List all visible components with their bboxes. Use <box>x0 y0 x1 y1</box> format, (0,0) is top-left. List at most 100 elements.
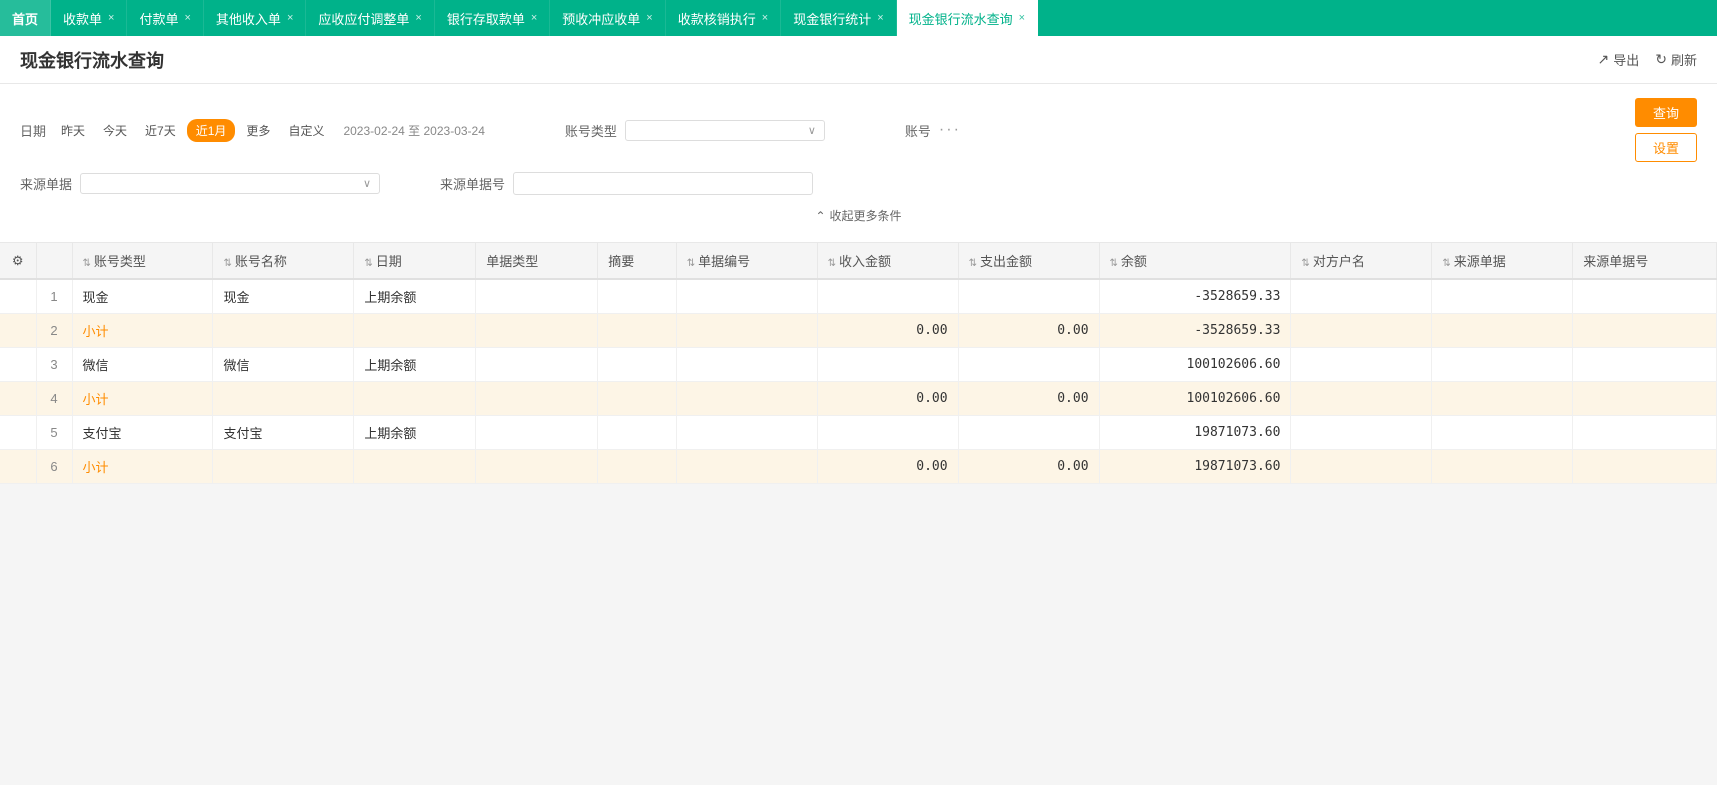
close-tab-icon[interactable]: × <box>108 12 114 24</box>
table-cell-2: 小计 <box>72 450 213 484</box>
sort-icon: ⇅ <box>1442 258 1450 269</box>
table-cell-13 <box>1573 348 1717 382</box>
refresh-icon: ↻ <box>1655 51 1667 68</box>
nav-tab-现金银行统计[interactable]: 现金银行统计× <box>781 0 896 36</box>
sort-icon: ⇅ <box>687 258 695 269</box>
nav-tab-现金银行流水查询[interactable]: 现金银行流水查询× <box>897 0 1038 36</box>
query-button[interactable]: 查询 <box>1635 98 1697 127</box>
table-cell-12 <box>1432 279 1573 314</box>
settings-button[interactable]: 设置 <box>1635 133 1697 162</box>
top-navigation: 首页 收款单×付款单×其他收入单×应收应付调整单×银行存取款单×预收冲应收单×收… <box>0 0 1717 36</box>
table-cell-12 <box>1432 382 1573 416</box>
table-cell-13 <box>1573 450 1717 484</box>
table-cell-0 <box>0 450 36 484</box>
nav-tab-收款单[interactable]: 收款单× <box>51 0 127 36</box>
table-cell-11 <box>1291 416 1432 450</box>
table-cell-4: 上期余额 <box>354 279 476 314</box>
table-cell-7 <box>676 314 817 348</box>
sort-icon: ⇅ <box>969 258 977 269</box>
table-cell-2: 小计 <box>72 382 213 416</box>
sort-icon: ⇅ <box>83 258 91 269</box>
table-cell-11 <box>1291 382 1432 416</box>
date-btn-近1月[interactable]: 近1月 <box>187 119 236 142</box>
table-cell-5 <box>476 348 598 382</box>
nav-home[interactable]: 首页 <box>0 0 51 36</box>
table-body: 1现金现金上期余额-3528659.332小计0.000.00-3528659.… <box>0 279 1717 484</box>
date-btn-近7天[interactable]: 近7天 <box>138 119 183 142</box>
table-col-num <box>36 243 72 279</box>
nav-tab-预收冲应收单[interactable]: 预收冲应收单× <box>550 0 665 36</box>
source-doc-num-input[interactable] <box>513 172 813 195</box>
collapse-icon: ⌃ <box>815 209 825 223</box>
table-cell-11 <box>1291 450 1432 484</box>
table-cell-0 <box>0 348 36 382</box>
table-header: ⚙⇅账号类型⇅账号名称⇅日期单据类型摘要⇅单据编号⇅收入金额⇅支出金额⇅余额⇅对… <box>0 243 1717 279</box>
refresh-button[interactable]: ↻ 刷新 <box>1655 50 1697 69</box>
table-col-10[interactable]: ⇅来源单据 <box>1432 243 1573 279</box>
table-col-5[interactable]: ⇅单据编号 <box>676 243 817 279</box>
close-tab-icon[interactable]: × <box>415 12 421 24</box>
table-col-0[interactable]: ⇅账号类型 <box>72 243 213 279</box>
close-tab-icon[interactable]: × <box>184 12 190 24</box>
table-col-1[interactable]: ⇅账号名称 <box>213 243 354 279</box>
table-cell-1: 2 <box>36 314 72 348</box>
account-type-filter-group: 账号类型 ∨ <box>565 120 825 141</box>
close-tab-icon[interactable]: × <box>762 12 768 24</box>
table-col-7[interactable]: ⇅支出金额 <box>958 243 1099 279</box>
table-settings-col[interactable]: ⚙ <box>0 243 36 279</box>
table-cell-8: 0.00 <box>817 450 958 484</box>
date-btn-今天[interactable]: 今天 <box>96 119 134 142</box>
table-cell-13 <box>1573 314 1717 348</box>
table-col-6[interactable]: ⇅收入金额 <box>817 243 958 279</box>
table-cell-7 <box>676 279 817 314</box>
nav-tab-付款单[interactable]: 付款单× <box>127 0 203 36</box>
table-cell-7 <box>676 348 817 382</box>
table-cell-13 <box>1573 416 1717 450</box>
table-cell-3: 支付宝 <box>213 416 354 450</box>
table-cell-3 <box>213 382 354 416</box>
gear-icon[interactable]: ⚙ <box>12 253 24 268</box>
table-row: 1现金现金上期余额-3528659.33 <box>0 279 1717 314</box>
table-cell-8 <box>817 279 958 314</box>
table-col-8[interactable]: ⇅余额 <box>1099 243 1291 279</box>
table-cell-5 <box>476 314 598 348</box>
account-type-select[interactable]: ∨ <box>625 120 825 141</box>
table-cell-10: 19871073.60 <box>1099 416 1291 450</box>
date-label: 日期 <box>20 121 46 140</box>
export-button[interactable]: ↗ 导出 <box>1598 50 1640 69</box>
table-cell-5 <box>476 450 598 484</box>
date-range-buttons: 昨天今天近7天近1月更多自定义 <box>54 119 331 142</box>
date-btn-自定义[interactable]: 自定义 <box>281 119 331 142</box>
table-cell-1: 1 <box>36 279 72 314</box>
date-btn-昨天[interactable]: 昨天 <box>54 119 92 142</box>
nav-tab-收款核销执行[interactable]: 收款核销执行× <box>666 0 781 36</box>
close-tab-icon[interactable]: × <box>531 12 537 24</box>
account-type-label: 账号类型 <box>565 121 617 140</box>
close-tab-icon[interactable]: × <box>646 12 652 24</box>
table-cell-3 <box>213 314 354 348</box>
table-col-9[interactable]: ⇅对方户名 <box>1291 243 1432 279</box>
date-btn-更多[interactable]: 更多 <box>239 119 277 142</box>
data-table-container: ⚙⇅账号类型⇅账号名称⇅日期单据类型摘要⇅单据编号⇅收入金额⇅支出金额⇅余额⇅对… <box>0 243 1717 484</box>
nav-tab-应收应付调整单[interactable]: 应收应付调整单× <box>306 0 434 36</box>
filter-area: 日期 昨天今天近7天近1月更多自定义 2023-02-24 至 2023-03-… <box>0 84 1717 243</box>
table-cell-7 <box>676 382 817 416</box>
collapse-bar[interactable]: ⌃ 收起更多条件 <box>20 203 1697 228</box>
table-cell-9 <box>958 416 1099 450</box>
nav-tab-银行存取款单[interactable]: 银行存取款单× <box>435 0 550 36</box>
close-tab-icon[interactable]: × <box>287 12 293 24</box>
table-cell-11 <box>1291 348 1432 382</box>
source-doc-select[interactable]: ∨ <box>80 173 380 194</box>
account-type-arrow: ∨ <box>808 124 816 137</box>
table-cell-8: 0.00 <box>817 382 958 416</box>
table-cell-6 <box>598 382 677 416</box>
table-col-2[interactable]: ⇅日期 <box>354 243 476 279</box>
close-tab-icon[interactable]: × <box>877 12 883 24</box>
table-cell-6 <box>598 416 677 450</box>
close-tab-icon[interactable]: × <box>1019 12 1025 24</box>
nav-tab-其他收入单[interactable]: 其他收入单× <box>204 0 306 36</box>
source-doc-num-label: 来源单据号 <box>440 174 505 193</box>
account-dots[interactable]: ··· <box>939 121 961 139</box>
table-cell-2: 现金 <box>72 279 213 314</box>
table-cell-9 <box>958 279 1099 314</box>
